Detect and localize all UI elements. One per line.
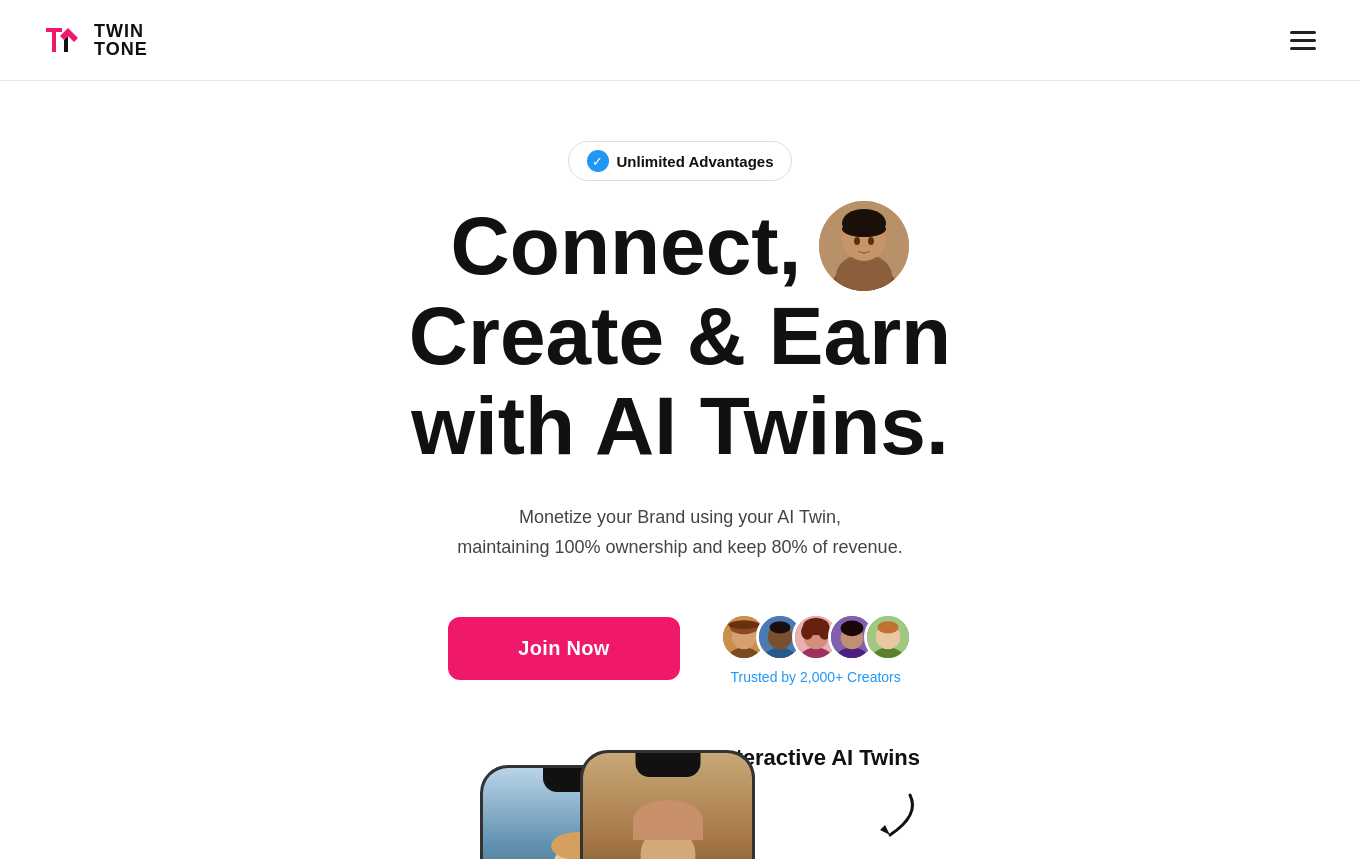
checkmark-icon: ✓: [587, 150, 609, 172]
headline-line2: Create & Earn: [409, 291, 951, 381]
creator-avatars: [720, 613, 912, 661]
headline-create-earn: Create & Earn: [409, 290, 951, 381]
hero-subtext: Monetize your Brand using your AI Twin, …: [457, 502, 902, 563]
join-now-button[interactable]: Join Now: [448, 617, 679, 680]
logo-twin-text: TWIN: [94, 22, 148, 40]
hamburger-line-3: [1290, 47, 1316, 50]
logo[interactable]: TWIN TONE: [40, 18, 148, 62]
hero-headline: Connect,: [409, 201, 951, 472]
headline-line3: with AI Twins.: [409, 381, 951, 471]
hero-avatar: [819, 201, 909, 291]
logo-tone-text: TONE: [94, 40, 148, 58]
svg-point-26: [840, 620, 863, 636]
arrow-icon: [830, 785, 930, 845]
svg-point-5: [842, 221, 886, 237]
avatar-image: [819, 201, 909, 291]
svg-point-21: [801, 624, 813, 640]
hamburger-line-1: [1290, 31, 1316, 34]
logo-icon: [40, 18, 84, 62]
phone-section: Interactive AI Twins: [380, 745, 980, 859]
cta-section: Join Now: [448, 613, 911, 685]
headline-connect: Connect,: [451, 201, 802, 291]
creator-avatar-5: [864, 613, 912, 661]
phone-front: [580, 750, 755, 859]
svg-point-6: [854, 237, 860, 245]
hamburger-line-2: [1290, 39, 1316, 42]
subtext-line1: Monetize your Brand using your AI Twin,: [519, 507, 841, 527]
headline-ai-twins: with AI Twins.: [411, 380, 949, 471]
hamburger-menu[interactable]: [1286, 27, 1320, 54]
svg-point-30: [877, 621, 898, 633]
trusted-label: Trusted by 2,000+ Creators: [730, 669, 900, 685]
badge-label: Unlimited Advantages: [617, 153, 774, 170]
svg-point-12: [728, 620, 760, 629]
header: TWIN TONE: [0, 0, 1360, 81]
advantages-badge: ✓ Unlimited Advantages: [568, 141, 793, 181]
subtext-line2: maintaining 100% ownership and keep 80% …: [457, 537, 902, 557]
svg-point-7: [868, 237, 874, 245]
trusted-section: Trusted by 2,000+ Creators: [720, 613, 912, 685]
main-content: ✓ Unlimited Advantages Connect,: [0, 81, 1360, 859]
svg-point-16: [769, 621, 790, 633]
headline-row1: Connect,: [409, 201, 951, 291]
logo-text: TWIN TONE: [94, 22, 148, 58]
